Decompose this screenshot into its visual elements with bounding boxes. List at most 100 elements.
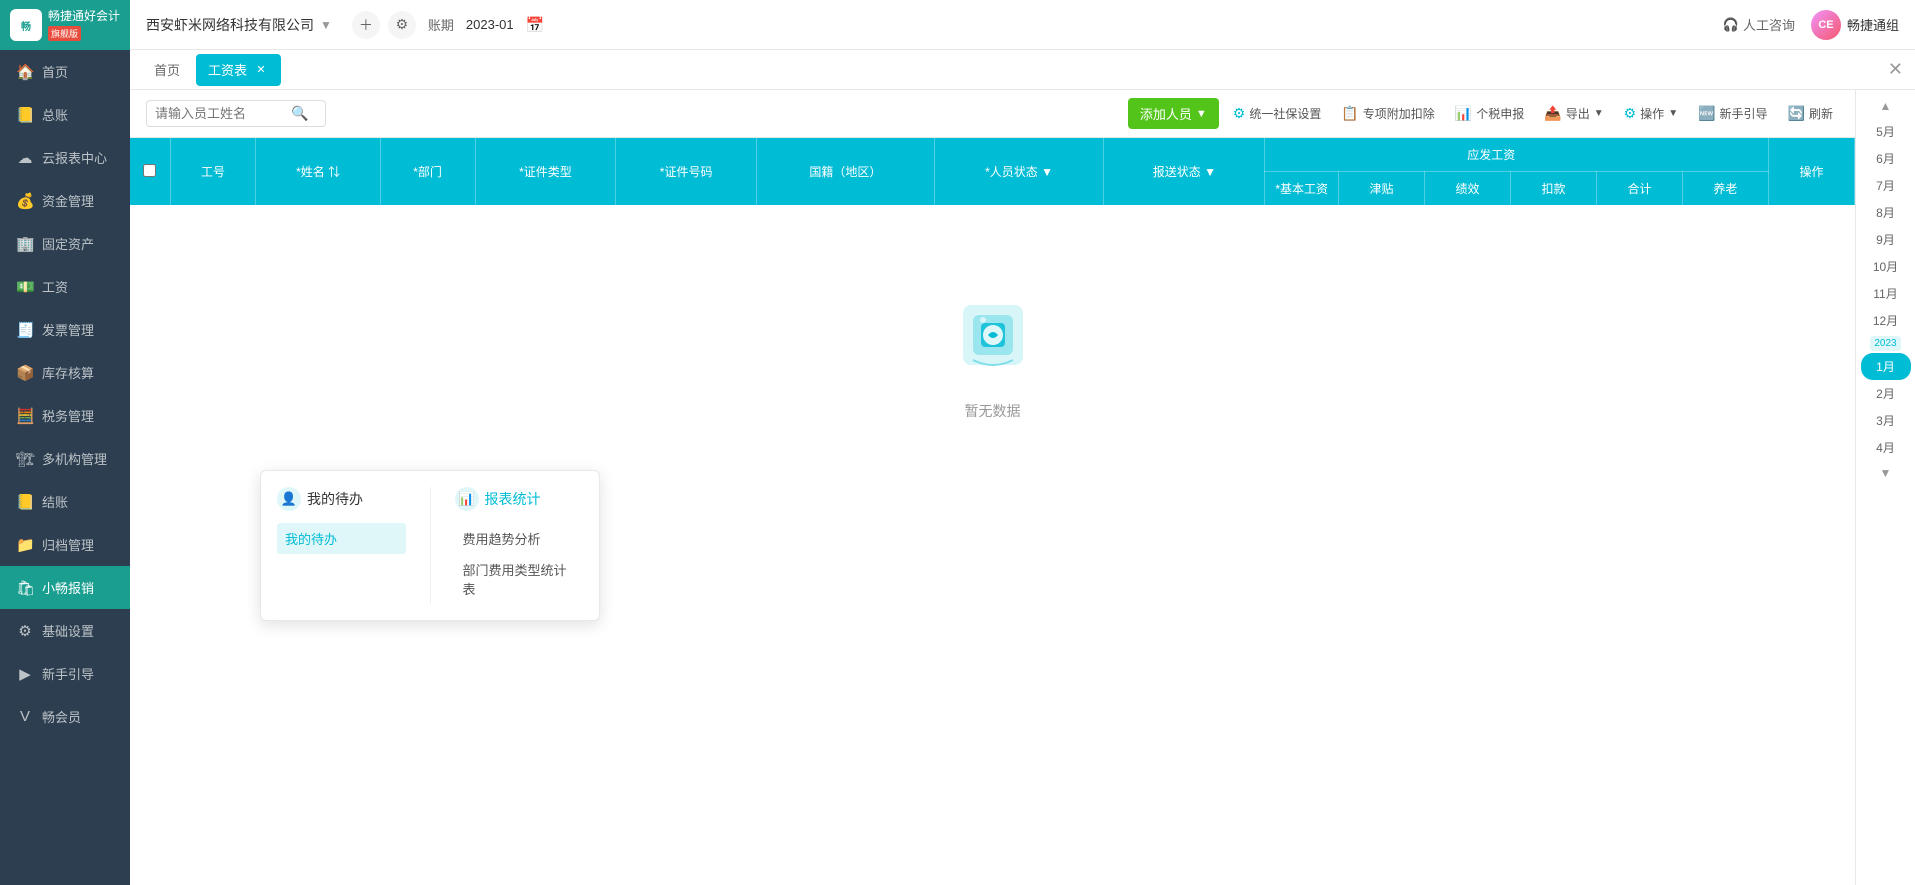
- add-person-button[interactable]: 添加人员 ▼: [1128, 98, 1219, 129]
- sidebar-label-cloud: 云报表中心: [42, 148, 107, 167]
- timeline-down-arrow[interactable]: ▼: [1874, 461, 1898, 485]
- finance-icon: 💰: [16, 192, 34, 210]
- timeline-month-4[interactable]: 4月: [1861, 434, 1911, 461]
- guide-button[interactable]: 🆕 新手引导: [1692, 101, 1773, 126]
- timeline-panel: ▲ 5月 6月 7月 8月 9月 10月 11月 12月 2023 1月 2月 …: [1855, 90, 1915, 885]
- sidebar-item-inventory[interactable]: 📦 库存核算: [0, 351, 130, 394]
- sidebar-item-invoice[interactable]: 🧾 发票管理: [0, 308, 130, 351]
- tax-report-button[interactable]: 📊 个税申报: [1449, 101, 1530, 126]
- select-all-checkbox[interactable]: [143, 164, 156, 177]
- main-area: 西安虾米网络科技有限公司 ▼ ＋ ⚙ 账期 2023-01 📅 🎧 人工咨询 C…: [130, 0, 1915, 885]
- sidebar-label-archive: 归档管理: [42, 535, 94, 554]
- col-person-status: *人员状态 ▼: [934, 138, 1104, 205]
- app-logo: 畅 畅捷通好会计 旗舰版: [0, 0, 130, 50]
- tab-home-label: 首页: [154, 60, 180, 79]
- sidebar-item-multiorg[interactable]: 🏗 多机构管理: [0, 437, 130, 480]
- security-icon: ⚙: [1233, 105, 1246, 122]
- settings-button[interactable]: ⚙: [388, 11, 416, 39]
- content-row: 🔍 添加人员 ▼ ⚙ 统一社保设置 📋 专项附加扣除: [130, 90, 1915, 885]
- sidebar-item-close[interactable]: 📒 结账: [0, 480, 130, 523]
- timeline-month-10[interactable]: 10月: [1861, 253, 1911, 280]
- timeline-month-8[interactable]: 8月: [1861, 199, 1911, 226]
- timeline-month-6[interactable]: 6月: [1861, 145, 1911, 172]
- social-security-button[interactable]: ⚙ 统一社保设置: [1227, 101, 1328, 126]
- sidebar-item-settings[interactable]: ⚙ 基础设置: [0, 609, 130, 652]
- sidebar-item-salary[interactable]: 💵 工资: [0, 265, 130, 308]
- todo-title: 我的待办: [307, 489, 363, 509]
- timeline-month-5[interactable]: 5月: [1861, 118, 1911, 145]
- export-icon: 📤: [1544, 105, 1561, 122]
- export-button[interactable]: 📤 导出 ▼: [1538, 101, 1609, 126]
- user-name: 畅捷通组: [1847, 15, 1899, 34]
- timeline-month-2[interactable]: 2月: [1861, 380, 1911, 407]
- search-input[interactable]: [155, 106, 285, 121]
- deduction-icon: 📋: [1341, 105, 1358, 122]
- sidebar-label-inventory: 库存核算: [42, 363, 94, 382]
- dropdown-item-dept-stats[interactable]: 部门费用类型统计表: [455, 554, 584, 604]
- sidebar-item-guide[interactable]: ▶ 新手引导: [0, 652, 130, 695]
- archive-icon: 📁: [16, 536, 34, 554]
- cloud-icon: ☁: [16, 149, 34, 167]
- operation-label: 操作: [1640, 105, 1664, 122]
- timeline-month-7[interactable]: 7月: [1861, 172, 1911, 199]
- col-name: *姓名 ⇅: [256, 138, 380, 205]
- security-label: 统一社保设置: [1249, 105, 1321, 122]
- header: 西安虾米网络科技有限公司 ▼ ＋ ⚙ 账期 2023-01 📅 🎧 人工咨询 C…: [130, 0, 1915, 50]
- tax-icon: 🧮: [16, 407, 34, 425]
- timeline-month-12[interactable]: 12月: [1861, 307, 1911, 334]
- dropdown-arrow-icon: ▼: [1196, 108, 1207, 120]
- timeline-month-1[interactable]: 1月: [1861, 353, 1911, 380]
- tab-close-icon[interactable]: ✕: [253, 62, 269, 78]
- dropdown-col-report: 📊 报表统计 费用趋势分析 部门费用类型统计表: [455, 487, 584, 604]
- sidebar-item-ledger[interactable]: 📒 总账: [0, 93, 130, 136]
- user-info[interactable]: CE 畅捷通组: [1811, 10, 1899, 40]
- timeline-month-3[interactable]: 3月: [1861, 407, 1911, 434]
- dropdown-col-todo: 👤 我的待办 我的待办: [277, 487, 406, 604]
- sub-col-deduction: 扣款: [1510, 172, 1596, 206]
- sidebar-label-home: 首页: [42, 62, 68, 81]
- timeline-month-11[interactable]: 11月: [1861, 280, 1911, 307]
- dropdown-divider: [430, 487, 431, 604]
- sidebar-item-tax[interactable]: 🧮 税务管理: [0, 394, 130, 437]
- timeline-up-arrow[interactable]: ▲: [1874, 94, 1898, 118]
- tab-salary[interactable]: 工资表 ✕: [196, 54, 281, 86]
- export-arrow-icon: ▼: [1594, 108, 1604, 119]
- logo-title: 畅捷通好会计: [48, 9, 120, 25]
- col-nationality: 国籍（地区）: [756, 138, 934, 205]
- trend-label: 费用趋势分析: [463, 532, 541, 547]
- dept-stats-label: 部门费用类型统计表: [463, 563, 567, 597]
- col-dept: *部门: [380, 138, 475, 205]
- service-button[interactable]: 🎧 人工咨询: [1723, 15, 1795, 34]
- sidebar-label-finance: 资金管理: [42, 191, 94, 210]
- dropdown-item-todo[interactable]: 我的待办: [277, 523, 406, 554]
- report-header: 📊 报表统计: [455, 487, 584, 511]
- sidebar-item-archive[interactable]: 📁 归档管理: [0, 523, 130, 566]
- sidebar-item-finance[interactable]: 💰 资金管理: [0, 179, 130, 222]
- sidebar-item-assets[interactable]: 🏢 固定资产: [0, 222, 130, 265]
- calendar-icon[interactable]: 📅: [526, 16, 545, 34]
- inventory-icon: 📦: [16, 364, 34, 382]
- sidebar-label-expense: 小畅报销: [42, 578, 94, 597]
- todo-header: 👤 我的待办: [277, 487, 406, 511]
- sidebar-label-ledger: 总账: [42, 105, 68, 124]
- add-company-button[interactable]: ＋: [352, 11, 380, 39]
- tab-salary-label: 工资表: [208, 60, 247, 79]
- close-all-icon[interactable]: ✕: [1888, 59, 1903, 79]
- operation-button[interactable]: ⚙ 操作 ▼: [1618, 101, 1684, 126]
- refresh-button[interactable]: 🔄 刷新: [1782, 101, 1839, 126]
- tab-close-all-button[interactable]: ✕: [1888, 59, 1903, 80]
- timeline-month-9[interactable]: 9月: [1861, 226, 1911, 253]
- operation-icon: ⚙: [1624, 105, 1637, 122]
- sidebar-item-expense[interactable]: 🛍 小畅报销: [0, 566, 130, 609]
- dropdown-item-trend[interactable]: 费用趋势分析: [455, 523, 584, 554]
- tax-icon-btn: 📊: [1455, 105, 1472, 122]
- sidebar-label-settings: 基础设置: [42, 621, 94, 640]
- special-deduction-button[interactable]: 📋 专项附加扣除: [1335, 101, 1440, 126]
- sidebar-item-home[interactable]: 🏠 首页: [0, 50, 130, 93]
- sidebar-item-vip[interactable]: V 畅会员: [0, 695, 130, 738]
- tab-home[interactable]: 首页: [142, 54, 192, 86]
- year-badge: 2023.01: [1523, 148, 1566, 162]
- company-selector[interactable]: 西安虾米网络科技有限公司 ▼: [146, 15, 332, 35]
- sidebar-item-cloud[interactable]: ☁ 云报表中心: [0, 136, 130, 179]
- sidebar-label-vip: 畅会员: [42, 707, 81, 726]
